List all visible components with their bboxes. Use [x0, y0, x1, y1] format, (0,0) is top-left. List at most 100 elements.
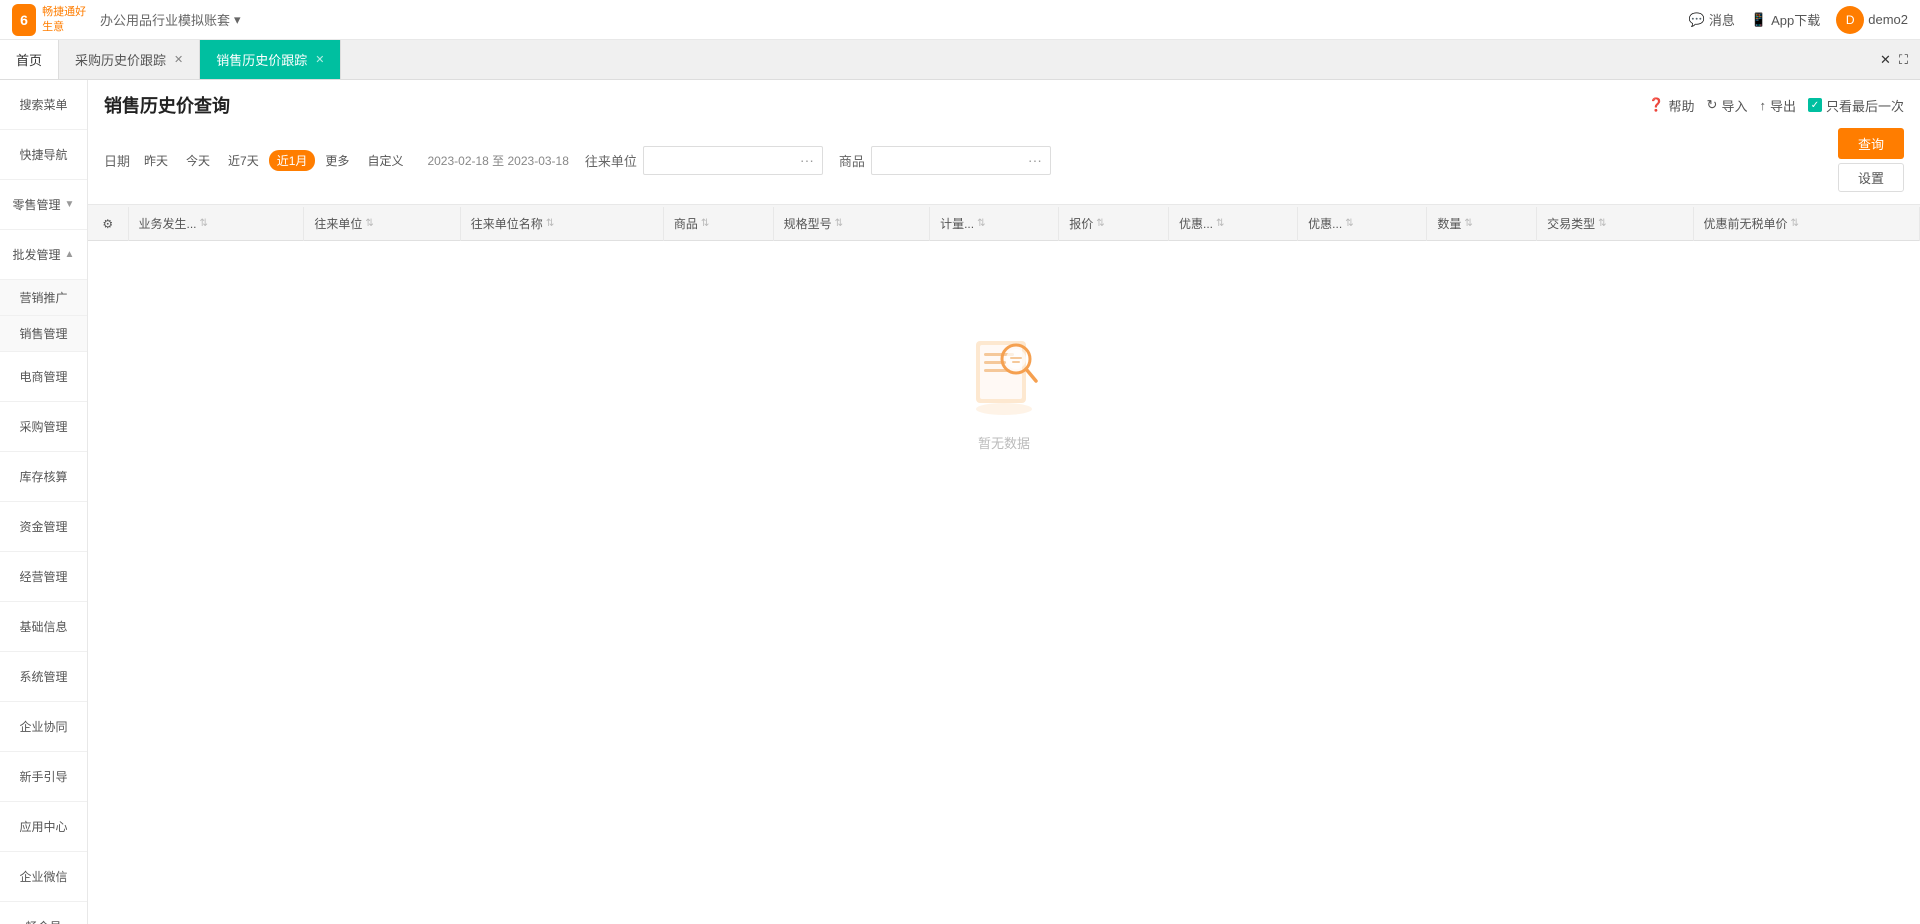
- sidebar-item-system-mgmt[interactable]: 系统管理: [0, 652, 87, 702]
- col-pretax-price[interactable]: 优惠前无税单价 ⇅: [1693, 207, 1919, 241]
- data-table: ⚙ 业务发生... ⇅ 往来单位 ⇅: [88, 207, 1920, 241]
- page-header: 销售历史价查询 ❓ 帮助 ↻ 导入 ↑ 导出 ✓ 只看最后一次: [88, 80, 1920, 118]
- sidebar-item-app-center[interactable]: 应用中心: [0, 802, 87, 852]
- breadcrumb-dropdown-icon[interactable]: ▾: [234, 12, 241, 28]
- only-last-label: 只看最后一次: [1826, 96, 1904, 115]
- page-header-actions: ❓ 帮助 ↻ 导入 ↑ 导出 ✓ 只看最后一次: [1648, 96, 1904, 115]
- sidebar-item-purchase-mgmt[interactable]: 采购管理: [0, 402, 87, 452]
- tab-sales-history[interactable]: 销售历史价跟踪 ✕: [200, 40, 341, 79]
- sidebar-item-search-menu-label: 搜索菜单: [19, 96, 67, 113]
- logo-area: 6 畅捷通好生意: [12, 4, 92, 36]
- sidebar-item-sales-mgmt[interactable]: 销售管理: [0, 316, 87, 352]
- date-tab-yesterday[interactable]: 昨天: [136, 150, 176, 171]
- sidebar-item-quick-nav[interactable]: 快捷导航: [0, 130, 87, 180]
- col-settings[interactable]: ⚙: [88, 207, 128, 241]
- sidebar-item-vip-member[interactable]: 畅会员: [0, 902, 87, 924]
- import-label: 导入: [1721, 96, 1747, 115]
- sidebar-item-retail-mgmt-label: 零售管理: [13, 196, 61, 213]
- col-discount2[interactable]: 优惠... ⇅: [1298, 207, 1427, 241]
- col-discount1[interactable]: 优惠... ⇅: [1168, 207, 1297, 241]
- breadcrumb-area: 办公用品行业模拟账套 ▾: [100, 10, 241, 29]
- tab-sales-history-label: 销售历史价跟踪: [216, 50, 307, 69]
- app-download-action[interactable]: 📱 App下载: [1751, 10, 1820, 29]
- export-icon: ↑: [1759, 98, 1766, 113]
- sidebar-item-finance-mgmt[interactable]: 资金管理: [0, 502, 87, 552]
- filter-bar: 日期 昨天 今天 近7天 近1月 更多 自定义 2023-02-18 至 202…: [88, 118, 1920, 205]
- message-action[interactable]: 💬 消息: [1689, 10, 1735, 29]
- col-biz-date[interactable]: 业务发生... ⇅: [128, 207, 304, 241]
- product-input[interactable]: ···: [871, 146, 1051, 175]
- tab-purchase-history-close[interactable]: ✕: [174, 53, 183, 66]
- sidebar-item-enterprise-coop-label: 企业协同: [19, 718, 67, 735]
- content-area: 销售历史价查询 ❓ 帮助 ↻ 导入 ↑ 导出 ✓ 只看最后一次: [88, 80, 1920, 924]
- settings-button[interactable]: 设置: [1838, 163, 1904, 192]
- sort-price-icon: ⇅: [1096, 218, 1104, 229]
- sidebar-item-marketing-label: 营销推广: [19, 289, 67, 306]
- tab-home-label: 首页: [16, 50, 42, 69]
- tab-purchase-history[interactable]: 采购历史价跟踪 ✕: [59, 40, 200, 79]
- product-label: 商品: [839, 151, 865, 170]
- user-name: demo2: [1868, 12, 1908, 27]
- checkbox-checked-icon: ✓: [1808, 98, 1822, 112]
- sidebar-item-ecom-mgmt-label: 电商管理: [19, 368, 67, 385]
- sidebar-item-finance-mgmt-label: 资金管理: [19, 518, 67, 535]
- sidebar-item-search-menu[interactable]: 搜索菜单: [0, 80, 87, 130]
- sidebar-item-ecom-mgmt[interactable]: 电商管理: [0, 352, 87, 402]
- user-action[interactable]: D demo2: [1836, 6, 1908, 34]
- wholesale-mgmt-arrow-icon: ▲: [65, 249, 75, 260]
- sort-biz-date-icon: ⇅: [200, 218, 208, 229]
- only-last-checkbox[interactable]: ✓ 只看最后一次: [1808, 96, 1904, 115]
- retail-mgmt-arrow-icon: ▼: [65, 199, 75, 210]
- sidebar-item-enterprise-coop[interactable]: 企业协同: [0, 702, 87, 752]
- col-product[interactable]: 商品 ⇅: [663, 207, 773, 241]
- expand-icon[interactable]: ⛶: [1899, 52, 1908, 68]
- sidebar-item-marketing[interactable]: 营销推广: [0, 280, 87, 316]
- header-right: 💬 消息 📱 App下载 D demo2: [1689, 6, 1908, 34]
- sidebar-item-retail-mgmt[interactable]: 零售管理 ▼: [0, 180, 87, 230]
- sidebar-item-operations-mgmt[interactable]: 经营管理: [0, 552, 87, 602]
- import-icon: ↻: [1707, 97, 1718, 113]
- date-tab-today[interactable]: 今天: [178, 150, 218, 171]
- sidebar-item-inventory[interactable]: 库存核算: [0, 452, 87, 502]
- sidebar-item-sales-mgmt-label: 销售管理: [19, 325, 67, 342]
- help-label: 帮助: [1669, 96, 1695, 115]
- col-spec[interactable]: 规格型号 ⇅: [773, 207, 929, 241]
- sort-discount2-icon: ⇅: [1345, 218, 1353, 229]
- empty-state: 暂无数据: [88, 241, 1920, 532]
- col-unit[interactable]: 计量... ⇅: [930, 207, 1059, 241]
- partner-label: 往来单位: [585, 151, 637, 170]
- sidebar-item-app-center-label: 应用中心: [19, 818, 67, 835]
- sidebar-item-enterprise-wechat[interactable]: 企业微信: [0, 852, 87, 902]
- sidebar-item-vip-member-label: 畅会员: [25, 918, 61, 924]
- help-icon: ❓: [1648, 97, 1664, 113]
- sort-partner-code-icon: ⇅: [365, 218, 373, 229]
- sidebar-item-basic-info[interactable]: 基础信息: [0, 602, 87, 652]
- query-button[interactable]: 查询: [1838, 128, 1904, 159]
- col-partner-code[interactable]: 往来单位 ⇅: [304, 207, 460, 241]
- sidebar-item-quick-nav-label: 快捷导航: [19, 146, 67, 163]
- top-header: 6 畅捷通好生意 办公用品行业模拟账套 ▾ 💬 消息 📱 App下载 D dem…: [0, 0, 1920, 40]
- col-quantity[interactable]: 数量 ⇅: [1427, 207, 1537, 241]
- sort-product-icon: ⇅: [701, 218, 709, 229]
- date-tabs: 昨天 今天 近7天 近1月 更多 自定义: [136, 150, 411, 171]
- sidebar-item-wholesale-mgmt[interactable]: 批发管理 ▲: [0, 230, 87, 280]
- export-action[interactable]: ↑ 导出: [1759, 96, 1796, 115]
- date-tab-custom[interactable]: 自定义: [359, 150, 411, 171]
- import-action[interactable]: ↻ 导入: [1707, 96, 1748, 115]
- tab-home[interactable]: 首页: [0, 40, 59, 79]
- table-header-row: ⚙ 业务发生... ⇅ 往来单位 ⇅: [88, 207, 1920, 241]
- tab-sales-history-close[interactable]: ✕: [315, 53, 324, 66]
- partner-input[interactable]: ···: [643, 146, 823, 175]
- col-partner-name[interactable]: 往来单位名称 ⇅: [460, 207, 663, 241]
- tab-bar: 首页 采购历史价跟踪 ✕ 销售历史价跟踪 ✕ ✕ ⛶: [0, 40, 1920, 80]
- date-tab-more[interactable]: 更多: [317, 150, 357, 171]
- col-price[interactable]: 报价 ⇅: [1059, 207, 1169, 241]
- sidebar-item-guide[interactable]: 新手引导: [0, 752, 87, 802]
- product-filter-group: 商品 ···: [839, 146, 1051, 175]
- help-action[interactable]: ❓ 帮助: [1648, 96, 1694, 115]
- date-tab-last1month[interactable]: 近1月: [269, 150, 316, 171]
- col-trade-type[interactable]: 交易类型 ⇅: [1537, 207, 1693, 241]
- date-tab-last7days[interactable]: 近7天: [220, 150, 267, 171]
- close-all-icon[interactable]: ✕: [1880, 52, 1891, 68]
- logo-text: 畅捷通好生意: [42, 5, 92, 34]
